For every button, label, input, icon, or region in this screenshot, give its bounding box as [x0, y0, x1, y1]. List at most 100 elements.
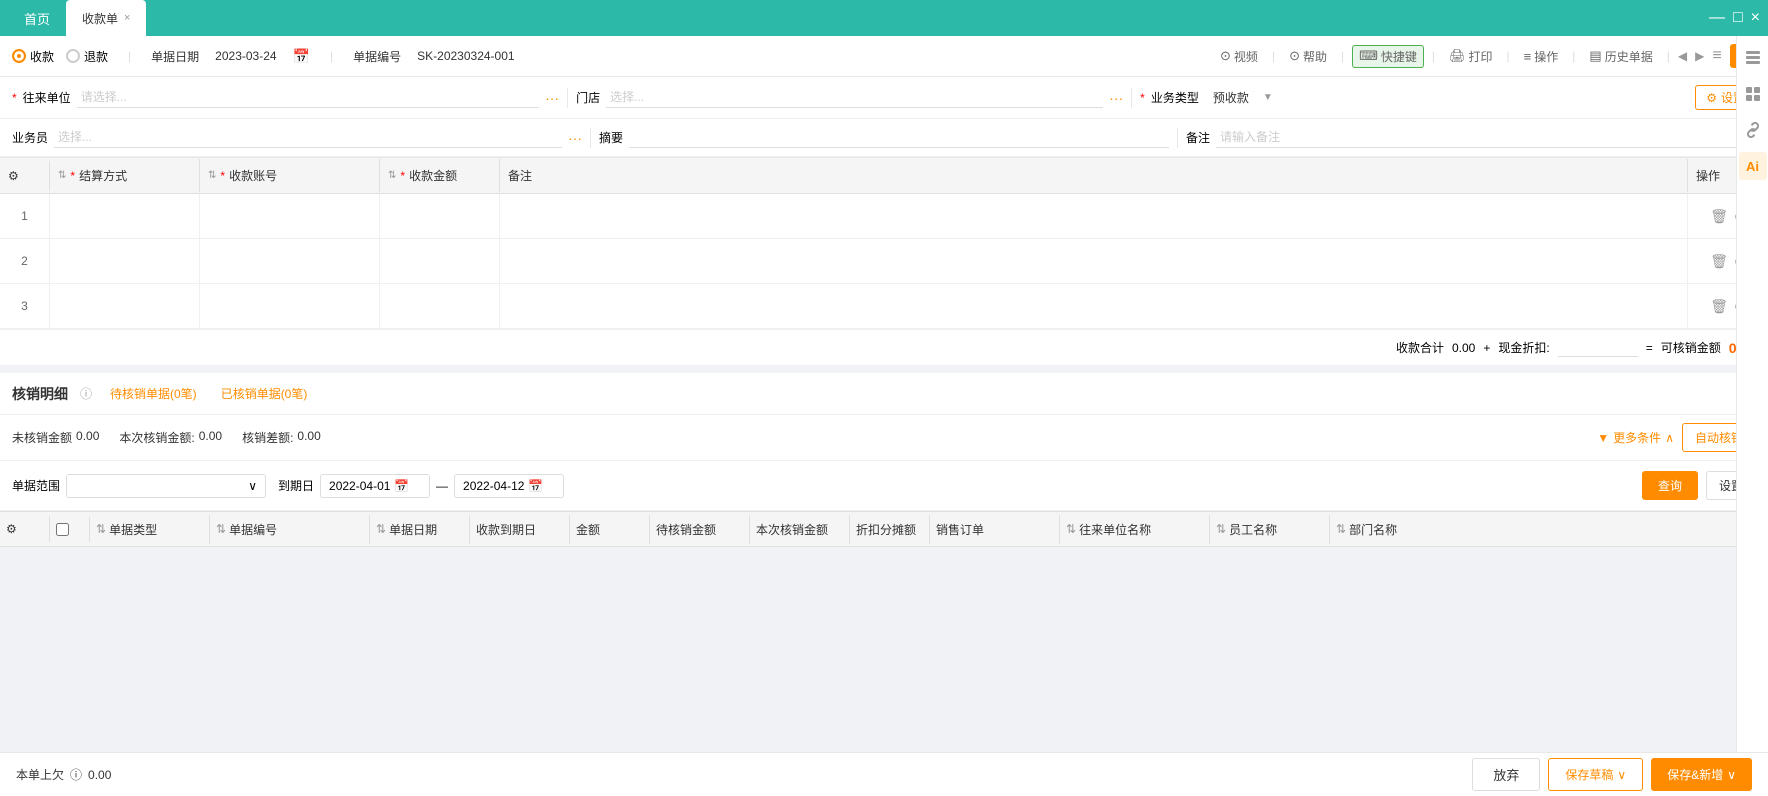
history-icon: ▤: [1589, 48, 1601, 64]
operations-icon: ≡: [1524, 49, 1532, 64]
query-button[interactable]: 查询: [1642, 471, 1698, 500]
staff-field: 业务员 ···: [12, 127, 582, 148]
row1-payment[interactable]: [50, 194, 200, 238]
video-btn[interactable]: ⊙ 视频: [1214, 46, 1264, 67]
hex-info-icon[interactable]: ⓘ: [80, 385, 92, 402]
nav-left-icon[interactable]: ◀: [1678, 49, 1687, 63]
sort-number-icon: ⇅: [216, 522, 226, 536]
btcol-settings[interactable]: ⚙: [0, 516, 50, 542]
operations-btn[interactable]: ≡ 操作: [1518, 46, 1565, 67]
date-value[interactable]: 2023-03-24: [215, 49, 276, 63]
col-payment-required: *: [70, 169, 75, 183]
radio-refund[interactable]: 退款: [66, 48, 108, 65]
calendar-icon[interactable]: 📅: [293, 48, 310, 65]
help-btn[interactable]: ⊙ 帮助: [1283, 46, 1333, 67]
sidebar-list-icon[interactable]: [1739, 80, 1767, 108]
row2-amount[interactable]: [380, 239, 500, 283]
staff-more-icon[interactable]: ···: [568, 130, 582, 146]
row3-payment[interactable]: [50, 284, 200, 328]
row1-delete-icon[interactable]: 🗑: [1710, 208, 1728, 225]
table-row: 1 🗑 ⊕: [0, 194, 1768, 239]
current-hex-value: 0.00: [199, 429, 222, 446]
row2-delete-icon[interactable]: 🗑: [1710, 253, 1728, 270]
counterpart-more-icon[interactable]: ···: [545, 90, 559, 106]
done-tab[interactable]: 已核销单据(0笔): [215, 383, 314, 404]
history-btn[interactable]: ▤ 历史单据: [1583, 46, 1658, 67]
window-close-icon[interactable]: ×: [1751, 9, 1760, 27]
summary-field: 摘要: [599, 127, 1169, 148]
sidebar-table-icon[interactable]: [1739, 44, 1767, 72]
tab-close-icon[interactable]: ×: [124, 12, 130, 24]
current-hex-stat: 本次核销金额: 0.00: [119, 429, 222, 446]
btcol-date-label: 单据日期: [389, 521, 437, 538]
business-required: *: [1140, 91, 1145, 105]
pending-tab[interactable]: 待核销单据(0笔): [104, 383, 203, 404]
row2-account[interactable]: [200, 239, 380, 283]
carry-over-value: 0.00: [88, 768, 111, 782]
date-dash: —: [436, 479, 448, 493]
sidebar-ai-icon[interactable]: Ai: [1739, 152, 1767, 180]
row1-account[interactable]: [200, 194, 380, 238]
filter-icon: ▼: [1597, 431, 1609, 445]
select-all-checkbox[interactable]: [56, 523, 69, 536]
summary-input[interactable]: [629, 127, 1169, 148]
save-draft-label: 保存草稿: [1565, 766, 1613, 783]
store-input[interactable]: [606, 87, 1103, 108]
row2-payment[interactable]: [50, 239, 200, 283]
date-to-input[interactable]: 2022-04-12 📅: [454, 474, 564, 498]
carry-over-label: 本单上欠: [16, 766, 64, 783]
range-filter: 单据范围 ∨: [12, 474, 266, 498]
store-more-icon[interactable]: ···: [1109, 90, 1123, 106]
sep5: |: [1432, 49, 1435, 63]
radio-receipt-label: 收款: [30, 48, 54, 65]
remark-input[interactable]: [1216, 127, 1756, 148]
radio-receipt[interactable]: 收款: [12, 48, 54, 65]
sort-amount-icon: ⇅: [388, 170, 396, 181]
bottom-table-header: ⚙ ⇅ 单据类型 ⇅ 单据编号 ⇅ 单据日期 收款到期日 金额: [0, 511, 1768, 547]
row1-remark[interactable]: [500, 194, 1688, 238]
grid-view-icon[interactable]: ≡: [1712, 47, 1721, 65]
col-settings-header[interactable]: ⚙: [0, 161, 50, 191]
row1-amount[interactable]: [380, 194, 500, 238]
col-account-header: ⇅ * 收款账号: [200, 159, 380, 192]
btcol-amount-label: 金额: [576, 521, 600, 538]
save-draft-button[interactable]: 保存草稿 ∨: [1548, 758, 1643, 791]
hex-stats: 未核销金额 0.00 本次核销金额: 0.00 核销差额: 0.00 ▼ 更多条…: [0, 415, 1768, 461]
col-payment-header: ⇅ * 结算方式: [50, 159, 200, 192]
row2-remark[interactable]: [500, 239, 1688, 283]
carry-over-info-icon[interactable]: ⓘ: [70, 766, 82, 783]
shortcuts-btn[interactable]: ⌨ 快捷键: [1352, 45, 1424, 68]
tab-receipt[interactable]: 收款单 ×: [66, 0, 146, 36]
row3-account[interactable]: [200, 284, 380, 328]
date-from-input[interactable]: 2022-04-01 📅: [320, 474, 430, 498]
range-select[interactable]: ∨: [66, 474, 266, 498]
save-new-button[interactable]: 保存&新增 ∨: [1651, 758, 1752, 791]
more-conditions-btn[interactable]: ▼ 更多条件 ∧: [1597, 429, 1674, 446]
nav-right-icon[interactable]: ▶: [1695, 49, 1704, 63]
btcol-due-date-label: 收款到期日: [476, 521, 536, 538]
row1-num: 1: [0, 194, 50, 238]
row3-remark[interactable]: [500, 284, 1688, 328]
plus-sign: +: [1483, 341, 1490, 355]
sidebar-link-icon[interactable]: [1739, 116, 1767, 144]
maximize-icon[interactable]: □: [1733, 9, 1743, 27]
abandon-button[interactable]: 放弃: [1472, 758, 1540, 791]
minimize-icon[interactable]: —: [1709, 9, 1725, 27]
table-row: 2 🗑 ⊕: [0, 239, 1768, 284]
help-icon: ⊙: [1289, 48, 1300, 64]
sep3: |: [1272, 49, 1275, 63]
save-draft-arrow: ∨: [1617, 768, 1626, 782]
separator1: |: [128, 49, 131, 63]
row3-delete-icon[interactable]: 🗑: [1710, 298, 1728, 315]
counterpart-input[interactable]: [77, 87, 539, 108]
btcol-type-label: 单据类型: [109, 521, 157, 538]
business-type-arrow[interactable]: ▼: [1263, 92, 1273, 103]
sort-account-icon: ⇅: [208, 170, 216, 181]
discount-input[interactable]: [1558, 338, 1638, 357]
print-btn[interactable]: 🖨 打印: [1443, 46, 1499, 67]
table-header: ⚙ ⇅ * 结算方式 ⇅ * 收款账号 ⇅ * 收款金额 备注 操作: [0, 158, 1768, 194]
row3-amount[interactable]: [380, 284, 500, 328]
btcol-checkbox[interactable]: [50, 517, 90, 542]
tab-home[interactable]: 首页: [8, 0, 66, 36]
staff-input[interactable]: [54, 127, 562, 148]
